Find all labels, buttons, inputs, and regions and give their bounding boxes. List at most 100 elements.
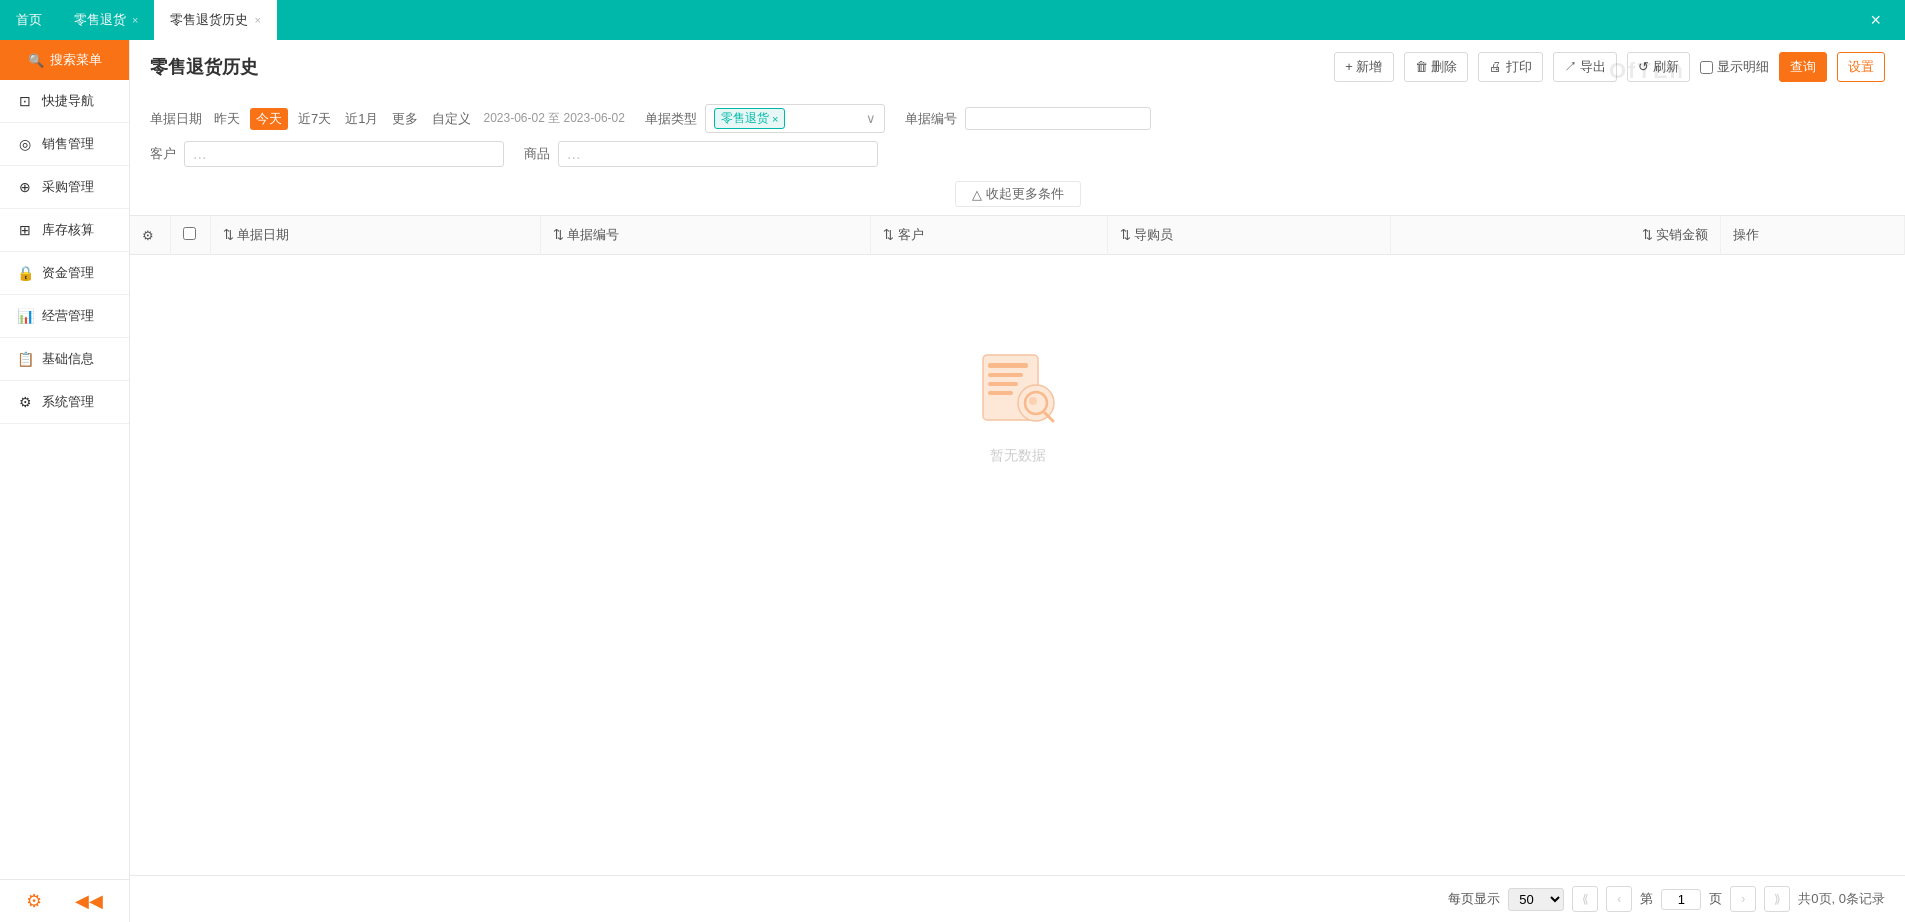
sidebar-footer: ⚙ ◀◀	[0, 879, 129, 922]
top-bar: 首页零售退货×零售退货历史× ×	[0, 0, 1905, 40]
date-opt-custom[interactable]: 自定义	[428, 108, 475, 130]
goods-dots: ...	[567, 145, 580, 163]
customer-label: 客户	[150, 145, 176, 163]
goods-select[interactable]: ...	[558, 141, 878, 167]
sidebar-item-inventory[interactable]: ⊞ 库存核算	[0, 209, 129, 252]
page-unit: 页	[1709, 890, 1722, 908]
date-opt-more[interactable]: 更多	[388, 108, 422, 130]
date-opt-today[interactable]: 今天	[250, 108, 288, 130]
show-detail-checkbox[interactable]	[1700, 61, 1713, 74]
first-page-button[interactable]: ⟪	[1572, 886, 1598, 912]
doc-type-tag-text: 零售退货	[721, 110, 769, 127]
sidebar-icon-purchase-mgmt: ⊕	[16, 178, 34, 196]
sidebar-label-operation: 经营管理	[42, 307, 94, 325]
customer-dots: ...	[193, 145, 206, 163]
total-info: 共0页, 0条记录	[1798, 890, 1885, 908]
content-area: 零售退货历史 + 新增 🗑 删除 🖨 打印 ↗ 导出 ↺ 刷新 显示明细 查询 …	[130, 40, 1905, 922]
th-customer: ⇅ 客户	[870, 216, 1107, 255]
sidebar-search-button[interactable]: 🔍 搜索菜单	[0, 40, 129, 80]
sidebar-label-inventory: 库存核算	[42, 221, 94, 239]
page-size-select[interactable]: 50 100 200	[1508, 888, 1564, 911]
sidebar-collapse-icon[interactable]: ◀◀	[75, 890, 103, 912]
customer-select[interactable]: ...	[184, 141, 504, 167]
th-guide-label: ⇅ 导购员	[1120, 227, 1174, 242]
show-detail-checkbox-label[interactable]: 显示明细	[1700, 58, 1769, 76]
date-options: 昨天 今天 近7天 近1月 更多 自定义	[210, 108, 475, 130]
tab-close-retail-return[interactable]: ×	[132, 14, 138, 26]
next-page-button[interactable]: ›	[1730, 886, 1756, 912]
doc-number-label: 单据编号	[905, 110, 957, 128]
prev-page-button[interactable]: ‹	[1606, 886, 1632, 912]
th-doc-date-label: ⇅ 单据日期	[223, 227, 290, 242]
sidebar-item-basic-info[interactable]: 📋基础信息	[0, 338, 129, 381]
sidebar-label-system: 系统管理	[42, 393, 94, 411]
tab-home[interactable]: 首页	[0, 0, 58, 40]
date-filter-label: 单据日期	[150, 110, 202, 128]
th-actions-label: 操作	[1733, 227, 1759, 242]
collapse-bar: △ 收起更多条件	[150, 175, 1885, 215]
page-label: 第	[1640, 890, 1653, 908]
doc-type-filter: 单据类型 零售退货 × ∨	[645, 104, 885, 133]
delete-button[interactable]: 🗑 删除	[1404, 52, 1469, 82]
svg-rect-2	[988, 373, 1023, 377]
filter-row-2: 客户 ... 商品 ...	[150, 141, 1885, 167]
new-button[interactable]: + 新增	[1334, 52, 1393, 82]
sidebar-item-purchase-mgmt[interactable]: ⊕采购管理	[0, 166, 129, 209]
th-check	[170, 216, 210, 255]
date-opt-7days[interactable]: 近7天	[294, 108, 335, 130]
settings-button[interactable]: 设置	[1837, 52, 1885, 82]
page-header-top: 零售退货历史 + 新增 🗑 删除 🖨 打印 ↗ 导出 ↺ 刷新 显示明细 查询 …	[150, 52, 1885, 82]
tab-close-retail-return-history[interactable]: ×	[254, 14, 260, 26]
sidebar-item-finance[interactable]: 🔒 资金管理	[0, 252, 129, 295]
date-opt-yesterday[interactable]: 昨天	[210, 108, 244, 130]
search-icon: 🔍	[28, 53, 44, 68]
filter-row-1: 单据日期 昨天 今天 近7天 近1月 更多 自定义 2023-06-02 至 2…	[150, 104, 1885, 133]
page-title: 零售退货历史	[150, 55, 258, 79]
tab-retail-return-history[interactable]: 零售退货历史×	[154, 0, 276, 40]
filter-area: 单据日期 昨天 今天 近7天 近1月 更多 自定义 2023-06-02 至 2…	[150, 94, 1885, 215]
goods-label: 商品	[524, 145, 550, 163]
table-area: ⚙ ⇅ 单据日期 ⇅ 单据编号 ⇅ 客户	[130, 216, 1905, 875]
sidebar-item-operation[interactable]: 📊 经营管理	[0, 295, 129, 338]
query-button[interactable]: 查询	[1779, 52, 1827, 82]
sidebar-label-sales-mgmt: 销售管理	[42, 135, 94, 153]
sidebar-label-finance: 资金管理	[42, 264, 94, 282]
print-button[interactable]: 🖨 打印	[1478, 52, 1543, 82]
refresh-button[interactable]: ↺ 刷新	[1627, 52, 1690, 82]
th-doc-number: ⇅ 单据编号	[540, 216, 870, 255]
collapse-button[interactable]: △ 收起更多条件	[955, 181, 1081, 207]
window-close-button[interactable]: ×	[1862, 10, 1889, 31]
th-customer-label: ⇅ 客户	[883, 227, 924, 242]
main-layout: 🔍 搜索菜单 ⊡ 快捷导航 ◎ 销售管理 ⊕采购管理 ⊞ 库存核算 🔒 资金管理 📊 经营管理 📋基础…	[0, 40, 1905, 922]
date-opt-1month[interactable]: 近1月	[341, 108, 382, 130]
sidebar-icon-operation: 📊	[16, 307, 34, 325]
table-header-row: ⚙ ⇅ 单据日期 ⇅ 单据编号 ⇅ 客户	[130, 216, 1905, 255]
sidebar-icon-basic-info: 📋	[16, 350, 34, 368]
sidebar-settings-icon[interactable]: ⚙	[26, 890, 42, 912]
empty-state: 暂无数据	[130, 255, 1905, 545]
tab-retail-return[interactable]: 零售退货×	[58, 0, 154, 40]
doc-type-label: 单据类型	[645, 110, 697, 128]
sidebar-icon-sales-mgmt: ◎	[16, 135, 34, 153]
doc-number-input[interactable]	[965, 107, 1151, 130]
sidebar-item-quick-nav[interactable]: ⊡ 快捷导航	[0, 80, 129, 123]
doc-type-select[interactable]: 零售退货 × ∨	[705, 104, 885, 133]
sidebar-nav: ⊡ 快捷导航 ◎ 销售管理 ⊕采购管理 ⊞ 库存核算 🔒 资金管理 📊 经营管理 📋基础信息⚙系统管理	[0, 80, 129, 879]
sidebar-label-quick-nav: 快捷导航	[42, 92, 94, 110]
sidebar-item-system[interactable]: ⚙系统管理	[0, 381, 129, 424]
empty-text: 暂无数据	[990, 447, 1046, 465]
doc-type-tag-remove[interactable]: ×	[772, 113, 778, 125]
export-button[interactable]: ↗ 导出	[1553, 52, 1618, 82]
page-number-input[interactable]	[1661, 889, 1701, 910]
select-all-checkbox[interactable]	[183, 227, 196, 240]
tab-list: 首页零售退货×零售退货历史×	[0, 0, 1862, 40]
th-doc-number-label: ⇅ 单据编号	[553, 227, 620, 242]
sidebar-item-sales-mgmt[interactable]: ◎ 销售管理	[0, 123, 129, 166]
sidebar-icon-quick-nav: ⊡	[16, 92, 34, 110]
last-page-button[interactable]: ⟫	[1764, 886, 1790, 912]
toolbar: + 新增 🗑 删除 🖨 打印 ↗ 导出 ↺ 刷新 显示明细 查询 设置	[1334, 52, 1885, 82]
sidebar-icon-finance: 🔒	[16, 264, 34, 282]
doc-type-tag: 零售退货 ×	[714, 108, 785, 129]
sidebar-icon-inventory: ⊞	[16, 221, 34, 239]
settings-icon[interactable]: ⚙	[142, 228, 154, 243]
